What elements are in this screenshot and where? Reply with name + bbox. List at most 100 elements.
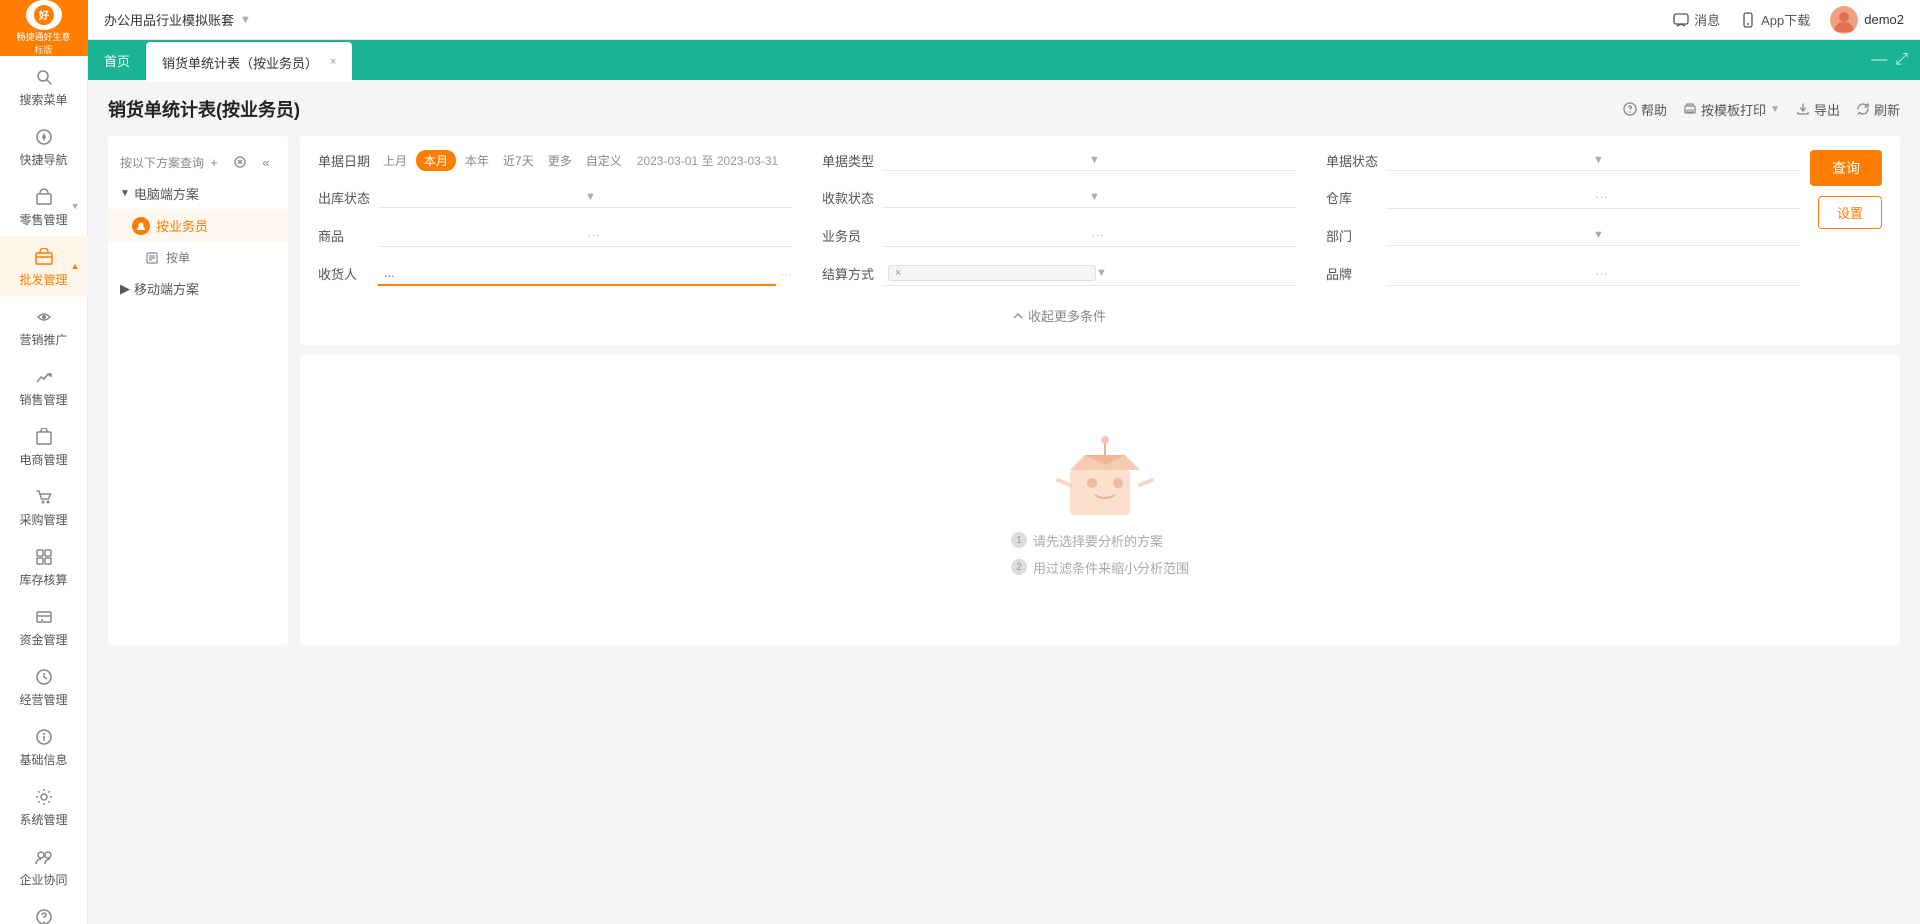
- settings-btn[interactable]: 设置: [1818, 196, 1882, 229]
- settlement-tag: ×: [888, 265, 1096, 281]
- search-icon: [33, 66, 55, 88]
- date-tab-thisyear[interactable]: 本年: [460, 150, 494, 171]
- collapse-row: 收起更多条件: [318, 300, 1800, 331]
- side-panel-collapse-btn[interactable]: «: [256, 152, 276, 172]
- date-filter: 上月 本月 本年 近7天 更多 自定义 2023-03-01 至 2023-03…: [378, 150, 792, 171]
- sidebar-item-basicinfo[interactable]: 基础信息: [0, 716, 88, 776]
- active-scheme-icon: [132, 217, 150, 235]
- billstatus-select[interactable]: ▼: [1386, 150, 1800, 171]
- billtype-arrow: ▼: [1089, 154, 1290, 166]
- tab-expand-btn[interactable]: ⤢: [1895, 51, 1908, 69]
- settlement-clear-btn[interactable]: ×: [895, 267, 1089, 279]
- sidebar-item-marketing[interactable]: 营销推广: [0, 296, 88, 356]
- side-panel-header-label: 按以下方案查询: [120, 154, 204, 171]
- date-tab-lastmonth[interactable]: 上月: [378, 150, 412, 171]
- sidebar-item-guide[interactable]: 新手引导: [0, 896, 88, 924]
- tab-home[interactable]: 首页: [88, 40, 146, 80]
- export-btn[interactable]: 导出: [1796, 100, 1840, 119]
- message-icon: [1673, 12, 1689, 28]
- date-tab-7days[interactable]: 近7天: [498, 150, 539, 171]
- receiver-input[interactable]: [378, 261, 776, 286]
- date-label: 单据日期: [318, 151, 378, 170]
- warehouse-more[interactable]: ···: [1595, 189, 1794, 204]
- guide-icon: [33, 906, 55, 924]
- query-btn[interactable]: 查询: [1810, 150, 1882, 186]
- page-content: 销货单统计表(按业务员) 帮助 按模板打印 ▼ 导出: [88, 80, 1920, 924]
- tab-close-icon[interactable]: ×: [330, 56, 336, 68]
- sidebar-label-retail: 零售管理: [19, 211, 67, 228]
- sidebar-label-finance: 资金管理: [19, 631, 67, 648]
- phone-icon: [1740, 12, 1756, 28]
- sidebar-label-collab: 企业协同: [19, 871, 67, 888]
- sidebar-item-quicknav[interactable]: 快捷导航: [0, 116, 88, 176]
- sidebar-item-inventory[interactable]: 库存核算: [0, 536, 88, 596]
- department-select[interactable]: ▼: [1386, 225, 1800, 246]
- date-tab-more[interactable]: 更多: [543, 150, 577, 171]
- salesperson-select[interactable]: ···: [882, 223, 1296, 247]
- tabs-bar: 首页 销货单统计表（按业务员） × — ⤢: [88, 40, 1920, 80]
- collapse-label: 收起更多条件: [1028, 306, 1106, 325]
- refresh-btn[interactable]: 刷新: [1856, 100, 1900, 119]
- stockstatus-arrow: ▼: [585, 191, 786, 203]
- billtype-select[interactable]: ▼: [882, 150, 1296, 171]
- warehouse-select[interactable]: ···: [1386, 185, 1800, 209]
- avatar: [1830, 6, 1858, 34]
- salesperson-more[interactable]: ···: [1091, 227, 1290, 242]
- topbar-app-btn[interactable]: App下载: [1740, 10, 1810, 29]
- desktop-group: ▼ 电脑端方案 按业务员: [108, 178, 288, 273]
- desktop-group-title[interactable]: ▼ 电脑端方案: [108, 178, 288, 209]
- stockstatus-select[interactable]: ▼: [378, 187, 792, 208]
- sidebar-item-collab[interactable]: 企业协同: [0, 836, 88, 896]
- salesperson-label: 业务员: [822, 226, 882, 245]
- paymentstatus-select[interactable]: ▼: [882, 187, 1296, 208]
- side-panel-add-btn[interactable]: +: [204, 152, 224, 172]
- sidebar-item-wholesale[interactable]: 批发管理 ▲: [0, 236, 88, 296]
- sidebar-item-purchase[interactable]: 采购管理: [0, 476, 88, 536]
- template-print-label: 按模板打印: [1701, 100, 1766, 119]
- side-panel-item-salesperson[interactable]: 按业务员: [108, 209, 288, 242]
- side-panel-item-bill[interactable]: 按单: [108, 242, 288, 273]
- collapse-btn[interactable]: 收起更多条件: [1012, 300, 1106, 331]
- goods-more[interactable]: ···: [587, 227, 786, 242]
- sidebar-item-system[interactable]: 系统管理: [0, 776, 88, 836]
- sidebar-item-ecommerce[interactable]: 电商管理: [0, 416, 88, 476]
- tab-minimize-btn[interactable]: —: [1871, 51, 1887, 69]
- hint-text-1: 请先选择要分析的方案: [1033, 531, 1163, 550]
- settlement-select[interactable]: × ▼: [882, 261, 1296, 286]
- page: 销货单统计表(按业务员) 帮助 按模板打印 ▼ 导出: [88, 80, 1920, 924]
- department-label: 部门: [1326, 226, 1386, 245]
- filter-salesperson: 业务员 ···: [822, 223, 1296, 247]
- topbar-dropdown-icon[interactable]: ▼: [240, 14, 251, 26]
- sidebar-item-retail[interactable]: 零售管理 ▼: [0, 176, 88, 236]
- receiver-more[interactable]: ···: [780, 267, 792, 281]
- filter-panel: 单据日期 上月 本月 本年 近7天 更多 自定义: [300, 136, 1900, 345]
- date-tab-custom[interactable]: 自定义: [581, 150, 627, 171]
- sidebar-item-sales[interactable]: 销售管理: [0, 356, 88, 416]
- brand-select[interactable]: ···: [1386, 262, 1800, 286]
- topbar-msg-btn[interactable]: 消息: [1673, 10, 1720, 29]
- brand-more[interactable]: ···: [1595, 266, 1794, 281]
- billstatus-arrow: ▼: [1593, 154, 1794, 166]
- sidebar-item-operations[interactable]: 经营管理: [0, 656, 88, 716]
- app-logo[interactable]: 好 畅捷通好生意 标版: [0, 0, 88, 56]
- filter-row-2: 出库状态 ▼ 收款状态: [318, 185, 1800, 209]
- mobile-group-title[interactable]: ▶ 移动端方案: [108, 273, 288, 304]
- template-print-arrow[interactable]: ▼: [1770, 104, 1780, 115]
- sidebar-item-search[interactable]: 搜索菜单: [0, 56, 88, 116]
- help-btn[interactable]: 帮助: [1623, 100, 1667, 119]
- topbar-user[interactable]: demo2: [1830, 6, 1904, 34]
- tab-active[interactable]: 销货单统计表（按业务员） ×: [146, 42, 352, 82]
- finance-icon: [33, 606, 55, 628]
- sidebar-item-finance[interactable]: 资金管理: [0, 596, 88, 656]
- date-tab-thismonth[interactable]: 本月: [416, 150, 456, 171]
- template-print-btn[interactable]: 按模板打印 ▼: [1683, 100, 1780, 119]
- filter-warehouse: 仓库 ···: [1326, 185, 1800, 209]
- sidebar-label-quicknav: 快捷导航: [19, 151, 67, 168]
- goods-select[interactable]: ···: [378, 223, 792, 247]
- ecommerce-icon: [33, 426, 55, 448]
- paymentstatus-arrow: ▼: [1089, 191, 1290, 203]
- side-panel-actions: + «: [204, 152, 276, 172]
- side-panel-header: 按以下方案查询 + «: [108, 146, 288, 178]
- side-panel-edit-btn[interactable]: [230, 152, 250, 172]
- date-range: 2023-03-01 至 2023-03-31: [637, 152, 778, 169]
